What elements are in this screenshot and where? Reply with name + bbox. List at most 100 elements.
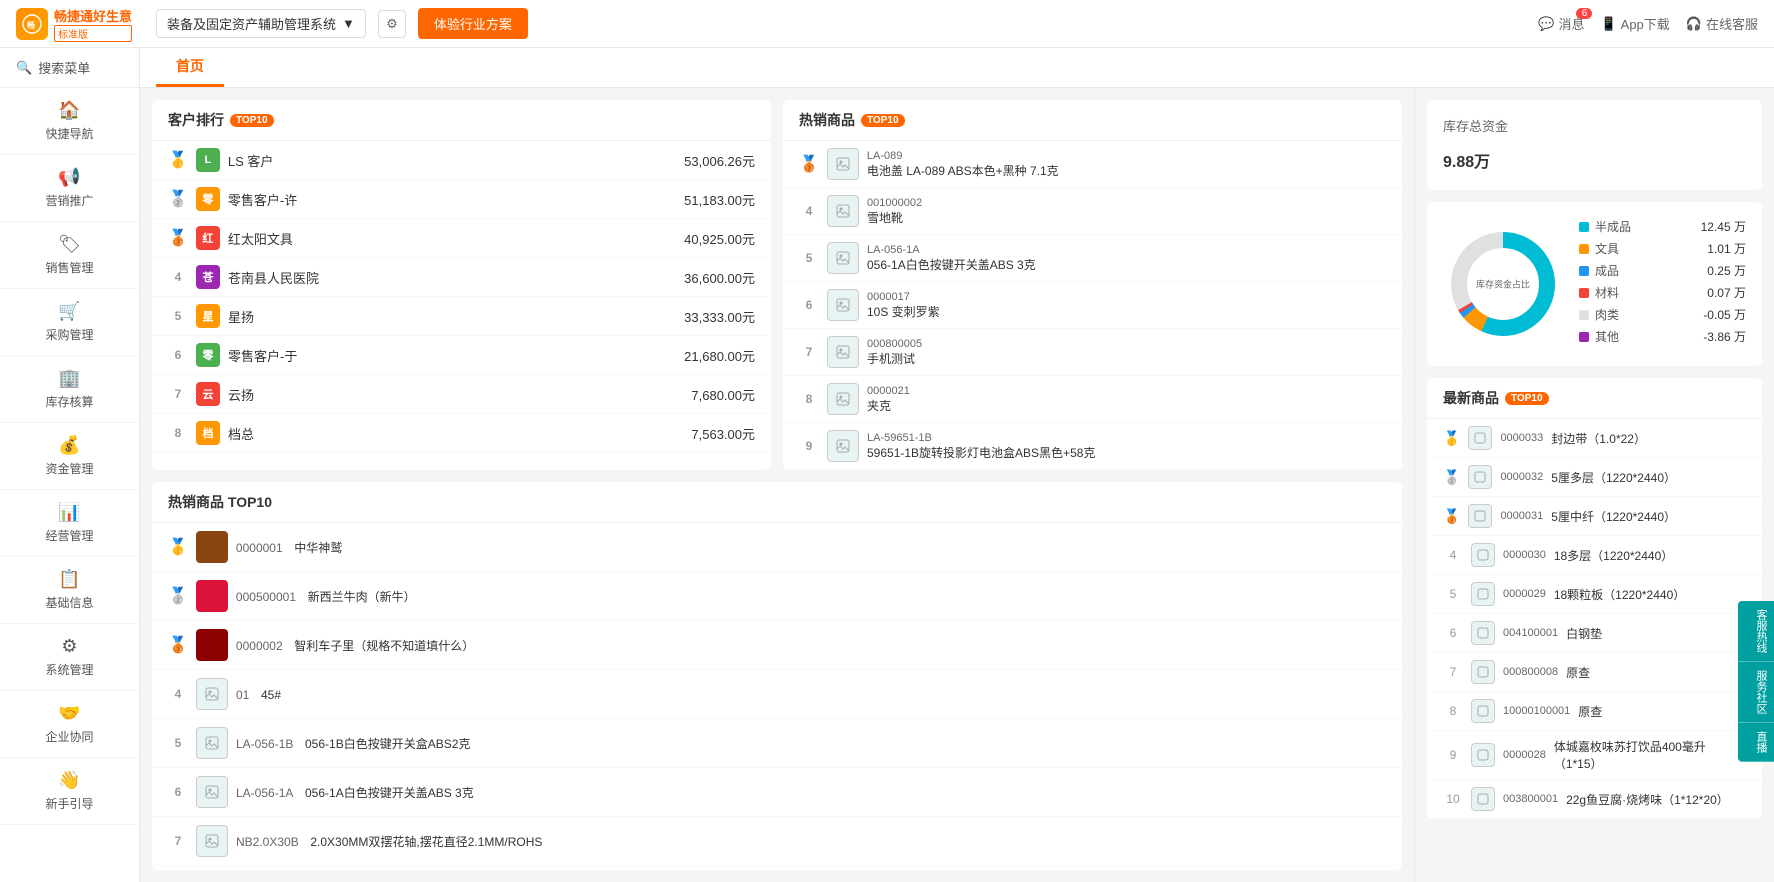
product-code: 0000001 [236,541,283,555]
product-code: 000500001 [236,590,296,604]
sidebar-item-sales[interactable]: 🏷 销售管理 [0,222,139,289]
customer-avatar: 档 [196,421,220,445]
sidebar-item-finance[interactable]: 💰 资金管理 [0,423,139,490]
product-img [196,727,228,759]
sidebar-item-operation[interactable]: 📊 经营管理 [0,490,139,557]
settings-button[interactable]: ⚙ [378,10,406,38]
customer-row: 🥈 零 零售客户-许 51,183.00元 [152,180,771,219]
customer-ranking-header: 客户排行 TOP10 [152,100,771,141]
hot-products-right-table: 🥉 LA-089 电池盖 LA-089 ABS本色+黑种 7.1克 4 0010… [783,141,1402,470]
product-img [1468,504,1492,528]
sidebar-item-guide[interactable]: 👋 新手引导 [0,758,139,825]
sidebar-item-company[interactable]: 🤝 企业协同 [0,691,139,758]
legend-name: 半成品 [1595,218,1695,235]
product-code: LA-59651-1B [867,432,1386,444]
customer-row: 🥉 红 红太阳文具 40,925.00元 [152,219,771,258]
chart-icon: 📊 [58,502,80,523]
customer-avatar: 苍 [196,265,220,289]
product-name: 10S 变刺罗紫 [867,303,1386,320]
system-selector[interactable]: 装备及固定资产辅助管理系统 ▼ [156,9,366,38]
customer-row: 6 零 零售客户-于 21,680.00元 [152,336,771,375]
legend-name: 其他 [1595,328,1697,345]
money-icon: 💰 [58,435,80,456]
main-area: 首页 客户排行 TOP10 🥇 L LS 客户 53,006.26元 🥈 [140,48,1774,882]
hot-product-right-row: 6 0000017 10S 变刺罗紫 [783,282,1402,329]
handshake-icon: 🤝 [58,703,80,724]
product-img [1471,699,1495,723]
product-name: 手机测试 [867,350,1386,367]
product-code: 0000030 [1503,549,1546,561]
product-name: 5厘多层（1220*2440） [1551,469,1746,486]
hot-product-right-row: 7 000800005 手机测试 [783,329,1402,376]
phone-icon: 📱 [1600,16,1616,32]
product-name: 电池盖 LA-089 ABS本色+黑种 7.1克 [867,162,1386,179]
guide-icon: 👋 [58,770,80,791]
legend-value: -3.86 万 [1703,328,1746,345]
newest-product-row: 10 003800001 22g鱼豆腐·烧烤味（1*12*20） [1427,780,1762,819]
product-img [1471,543,1495,567]
left-middle-panels: 客户排行 TOP10 🥇 L LS 客户 53,006.26元 🥈 零 零售客户… [140,88,1414,882]
rank-medal-icon: 🥉 [168,228,188,248]
sidebar-item-basic[interactable]: 📋 基础信息 [0,557,139,624]
product-img [827,383,859,415]
customer-amount: 7,680.00元 [691,385,755,404]
customer-name: 零售客户-许 [228,190,676,209]
sidebar: 🔍 搜索菜单 🏠 快捷导航 📢 营销推广 🏷 销售管理 🛒 采购管理 🏢 库存核… [0,48,140,882]
online-service-button[interactable]: 🎧 在线客服 [1686,14,1758,33]
legend-name: 文具 [1595,240,1701,257]
logo-text: 畅捷通好生意 标准版 [54,6,132,42]
product-img [196,825,228,857]
sidebar-item-system[interactable]: ⚙ 系统管理 [0,624,139,691]
product-img [1471,787,1495,811]
product-code: LA-056-1A [867,244,1386,256]
product-code: 0000031 [1500,510,1543,522]
product-img [196,678,228,710]
app-download-button[interactable]: 📱 App下载 [1600,14,1669,33]
tab-home[interactable]: 首页 [156,48,224,87]
newest-products-list: 🥇 0000033 封边带（1.0*22） 🥈 0000032 5厘多层（122… [1427,419,1762,819]
float-service-button[interactable]: 客服热线 [1738,601,1774,662]
product-name: 5厘中纤（1220*2440） [1551,508,1746,525]
notification-icon: 💬 [1538,16,1554,32]
product-name: 59651-1B旋转投影灯电池盒ABS黑色+58克 [867,444,1386,461]
hot-product-right-row: 4 001000002 雪地靴 [783,188,1402,235]
sidebar-item-quick-nav[interactable]: 🏠 快捷导航 [0,88,139,155]
legend-value: 0.07 万 [1707,284,1746,301]
right-panel: 库存总资金 9.88万 [1414,88,1774,882]
legend-value: 12.45 万 [1701,218,1746,235]
product-img [827,242,859,274]
float-service-button[interactable]: 直播 [1738,723,1774,762]
product-code: LA-056-1A [236,786,293,800]
logo-area: 畅 畅捷通好生意 标准版 [16,6,156,42]
legend-name: 成品 [1595,262,1701,279]
hot-product-right-row: 🥉 LA-089 电池盖 LA-089 ABS本色+黑种 7.1克 [783,141,1402,188]
product-name: 22g鱼豆腐·烧烤味（1*12*20） [1566,791,1746,808]
hot-products-right-title: 热销商品 TOP10 [799,110,905,130]
customer-avatar: 星 [196,304,220,328]
warehouse-icon: 🏢 [58,368,80,389]
sidebar-search[interactable]: 🔍 搜索菜单 [0,48,139,88]
legend-color [1579,332,1589,342]
sidebar-item-purchase[interactable]: 🛒 采购管理 [0,289,139,356]
trial-button[interactable]: 体验行业方案 [418,8,528,39]
home-icon: 🏠 [58,100,80,121]
float-service-button[interactable]: 服务社区 [1738,662,1774,723]
rank-medal-icon: 🥇 [168,537,188,557]
newest-products-panel: 最新商品 TOP10 🥇 0000033 封边带（1.0*22） 🥈 00000… [1427,378,1762,819]
notification-button[interactable]: 💬 消息 6 [1538,14,1584,33]
chart-legend: 半成品 12.45 万 文具 1.01 万 成品 0.25 万 材料 0.07 … [1579,218,1746,350]
newest-products-header: 最新商品 TOP10 [1427,378,1762,419]
newest-product-row: 4 0000030 18多层（1220*2440） [1427,536,1762,575]
inventory-total-panel: 库存总资金 9.88万 [1427,100,1762,190]
customer-name: 红太阳文具 [228,229,676,248]
product-img [196,629,228,661]
customer-avatar: 零 [196,343,220,367]
product-name: 原查 [1578,703,1746,720]
newest-product-row: 🥇 0000033 封边带（1.0*22） [1427,419,1762,458]
donut-chart: 库存资金占比 [1443,224,1563,344]
product-code: 000800005 [867,338,1386,350]
newest-product-row: 8 10000100001 原查 [1427,692,1762,731]
sidebar-item-marketing[interactable]: 📢 营销推广 [0,155,139,222]
sidebar-item-inventory[interactable]: 🏢 库存核算 [0,356,139,423]
legend-color [1579,310,1589,320]
